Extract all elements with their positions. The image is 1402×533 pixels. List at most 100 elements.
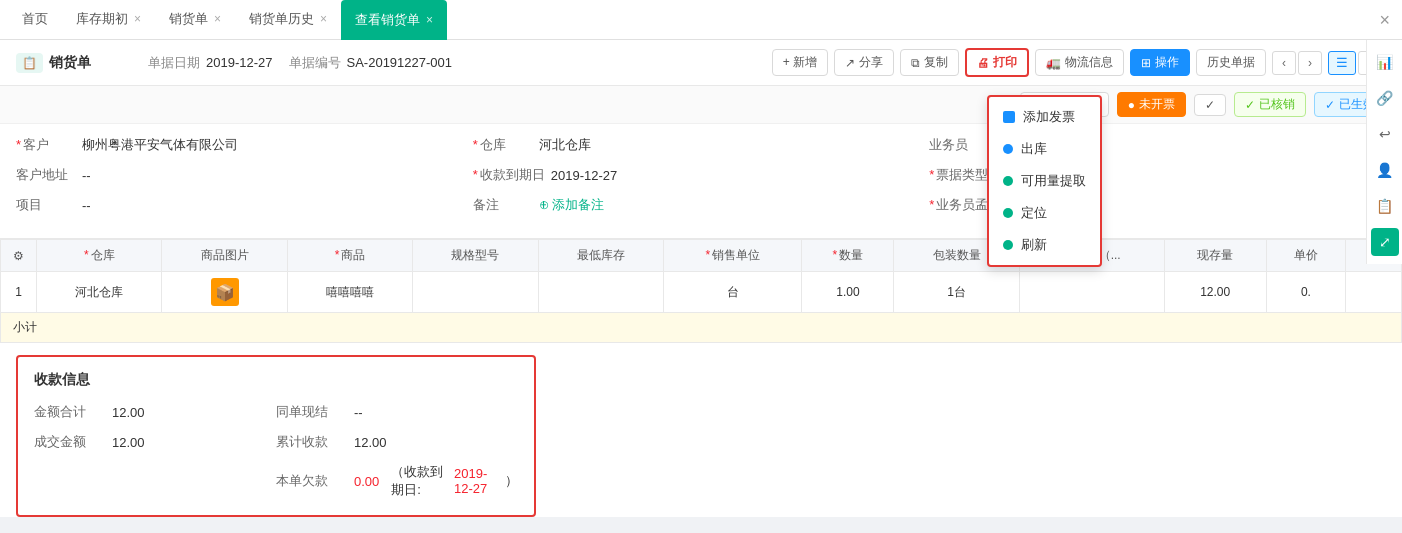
due-date: 2019-12-27 [454, 466, 497, 496]
add-invoice-item[interactable]: 添加发票 [989, 101, 1100, 133]
dropdown-menu: 添加发票 出库 可用量提取 定位 刷新 [987, 95, 1102, 267]
due-value: 0.00 [354, 474, 379, 489]
sold-check-icon: ✓ [1245, 98, 1255, 112]
sidebar-undo-icon[interactable]: ↩ [1371, 120, 1399, 148]
available-extract-icon [1003, 176, 1013, 186]
tab-sales-history-close[interactable]: × [320, 12, 327, 26]
locate-item[interactable]: 定位 [989, 197, 1100, 229]
tab-sales-order-close[interactable]: × [214, 12, 221, 26]
locate-label: 定位 [1021, 204, 1047, 222]
tab-sales-history[interactable]: 销货单历史 × [235, 0, 341, 40]
outbound-item[interactable]: 出库 [989, 133, 1100, 165]
row-amount [1345, 272, 1401, 313]
sidebar-stats-icon[interactable]: 📊 [1371, 48, 1399, 76]
customer-value: 柳州粤港平安气体有限公司 [82, 136, 238, 154]
cumulative-value: 12.00 [354, 435, 387, 450]
prev-arrow[interactable]: ‹ [1272, 51, 1296, 75]
warehouse-label: 仓库 [473, 136, 533, 154]
outbound-label: 出库 [1021, 140, 1047, 158]
tab-home[interactable]: 首页 [8, 0, 62, 40]
address-value: -- [82, 168, 91, 183]
window-close-button[interactable]: × [1379, 9, 1390, 30]
operation-button[interactable]: ⊞ 操作 [1130, 49, 1190, 76]
row-warehouse: 河北仓库 [37, 272, 162, 313]
payment-grid: 金额合计 12.00 同单现结 -- 成交金额 12.00 累计收款 12.00… [34, 401, 518, 501]
th-unit: 销售单位 [664, 240, 802, 272]
check-icon[interactable]: ✓ [1194, 94, 1226, 116]
table-row: 1 河北仓库 📦 嘻嘻嘻嘻 台 1.00 1台 12.00 0. [1, 272, 1402, 313]
address-field: 客户地址 -- [16, 166, 473, 184]
tab-view-sales[interactable]: 查看销货单 × [341, 0, 447, 40]
row-image: 📦 [162, 272, 287, 313]
row-min-stock [538, 272, 663, 313]
sidebar-expand-icon[interactable]: ⤢ [1371, 228, 1399, 256]
row-available [1019, 272, 1164, 313]
tab-inventory-init-close[interactable]: × [134, 12, 141, 26]
next-arrow[interactable]: › [1298, 51, 1322, 75]
deal-value: 12.00 [112, 435, 145, 450]
staff2-label: 业务员孟 [929, 196, 989, 214]
cumulative-row: 累计收款 12.00 [276, 431, 518, 453]
tab-inventory-init[interactable]: 库存期初 × [62, 0, 155, 40]
doc-title-area: 📋 销货单 [16, 53, 136, 73]
row-current-stock: 12.00 [1164, 272, 1266, 313]
share-button[interactable]: ↗ 分享 [834, 49, 894, 76]
logistics-button[interactable]: 🚛 物流信息 [1035, 49, 1124, 76]
copy-icon: ⧉ [911, 56, 920, 70]
same-order-row: 同单现结 -- [276, 401, 518, 423]
due-close: ） [505, 472, 518, 490]
history-button[interactable]: 历史单据 [1196, 49, 1266, 76]
unpaid-icon: ● [1128, 98, 1135, 112]
print-button[interactable]: 🖨 打印 [965, 48, 1029, 77]
doc-type-label: 销货单 [49, 54, 91, 72]
main-area: 📋 销货单 单据日期 2019-12-27 单据编号 SA-20191227-0… [0, 40, 1402, 517]
add-note-button[interactable]: ⊕ 添加备注 [539, 196, 605, 214]
row-package-qty: 1台 [894, 272, 1019, 313]
doc-date-value: 2019-12-27 [206, 55, 273, 70]
due-date-label: 收款到期日 [473, 166, 545, 184]
refresh-item[interactable]: 刷新 [989, 229, 1100, 261]
tab-view-sales-close[interactable]: × [426, 13, 433, 27]
tab-sales-order[interactable]: 销货单 × [155, 0, 235, 40]
th-settings[interactable]: ⚙ [1, 240, 37, 272]
th-product: 商品 [287, 240, 412, 272]
print-icon: 🖨 [977, 56, 989, 70]
customer-label: 客户 [16, 136, 76, 154]
due-note: （收款到期日: [391, 463, 444, 499]
table-container: ⚙ 仓库 商品图片 商品 规格型号 最低库存 销售单位 数量 包装数量 可用量（… [0, 238, 1402, 343]
project-label: 项目 [16, 196, 76, 214]
th-image: 商品图片 [162, 240, 287, 272]
share-icon: ↗ [845, 56, 855, 70]
doc-number-value: SA-20191227-001 [347, 55, 453, 70]
row-index: 1 [1, 272, 37, 313]
new-button[interactable]: + 新增 [772, 49, 828, 76]
payment-section: 收款信息 金额合计 12.00 同单现结 -- 成交金额 12.00 累计收款 … [16, 355, 536, 517]
right-sidebar: 📊 🔗 ↩ 👤 📋 ⤢ [1366, 40, 1402, 264]
th-min-stock: 最低库存 [538, 240, 663, 272]
due-date-field: 收款到期日 2019-12-27 [473, 166, 930, 184]
amount-row: 金额合计 12.00 [34, 401, 276, 423]
sold-status: ✓ 已核销 [1234, 92, 1306, 117]
form-area: 客户 柳州粤港平安气体有限公司 仓库 河北仓库 业务员 演示账号 客户地址 --… [0, 124, 1402, 238]
unpaid-button[interactable]: ● 未开票 [1117, 92, 1186, 117]
amount-label: 金额合计 [34, 403, 104, 421]
sidebar-user-icon[interactable]: 👤 [1371, 156, 1399, 184]
list-view-btn[interactable]: ☰ [1328, 51, 1356, 75]
secondary-toolbar: 📱 来自手机 ● 未开票 ✓ ✓ 已核销 ✓ 已生效 [0, 86, 1402, 124]
form-row-2: 客户地址 -- 收款到期日 2019-12-27 票据类型 不开票 [16, 166, 1386, 184]
operation-icon: ⊞ [1141, 56, 1151, 70]
row-unit: 台 [664, 272, 802, 313]
copy-button[interactable]: ⧉ 复制 [900, 49, 959, 76]
plus-icon: ⊕ [539, 197, 549, 212]
address-label: 客户地址 [16, 166, 76, 184]
warehouse-field: 仓库 河北仓库 [473, 136, 930, 154]
sidebar-link-icon[interactable]: 🔗 [1371, 84, 1399, 112]
available-extract-item[interactable]: 可用量提取 [989, 165, 1100, 197]
row-quantity: 1.00 [802, 272, 894, 313]
doc-header: 📋 销货单 单据日期 2019-12-27 单据编号 SA-20191227-0… [0, 40, 1402, 86]
outbound-icon [1003, 144, 1013, 154]
sidebar-doc-icon[interactable]: 📋 [1371, 192, 1399, 220]
customer-field: 客户 柳州粤港平安气体有限公司 [16, 136, 473, 154]
subtotal-label: 小计 [1, 313, 1402, 343]
doc-meta: 单据日期 2019-12-27 单据编号 SA-20191227-001 [148, 54, 760, 72]
